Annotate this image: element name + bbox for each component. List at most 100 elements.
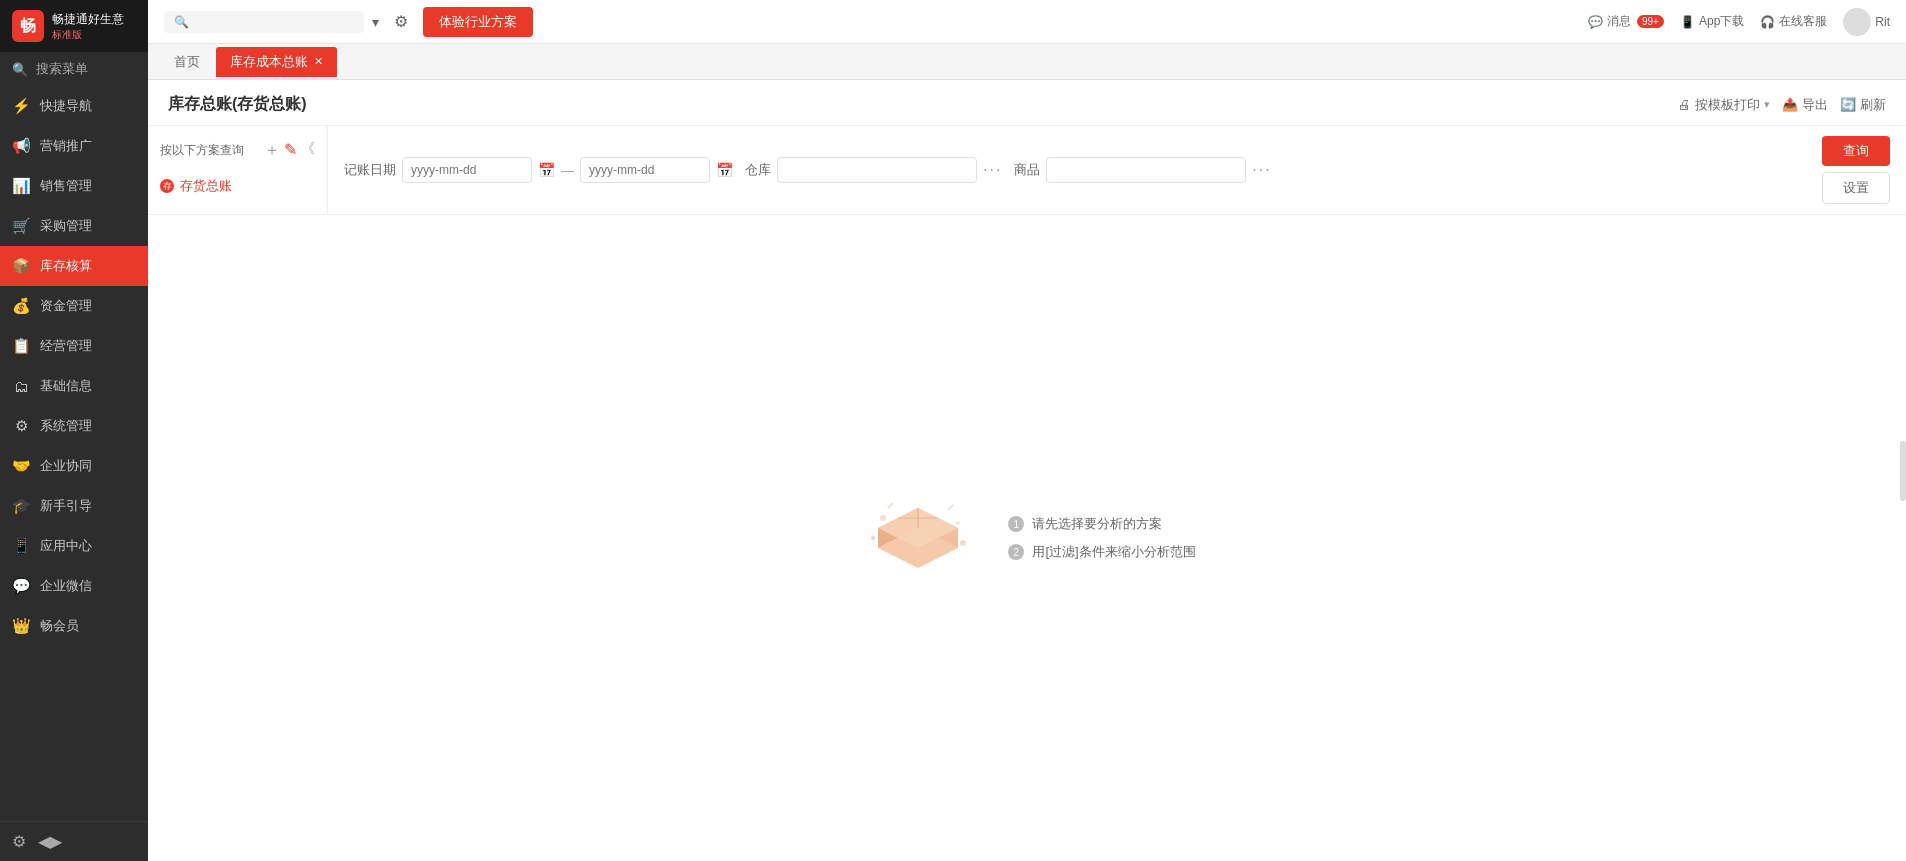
enterprise-icon: 🤝 [12, 457, 30, 475]
sidebar-item-vip[interactable]: 👑 畅会员 [0, 606, 148, 646]
sidebar-item-basics[interactable]: 🗂 基础信息 [0, 366, 148, 406]
page-header: 库存总账(存货总账) 🖨 按模板打印 ▾ 📤 导出 🔄 刷新 [148, 80, 1906, 126]
query-sidebar-actions: ＋ ✎ 《 [264, 140, 315, 161]
industry-btn[interactable]: 体验行业方案 [423, 7, 533, 37]
tab-home[interactable]: 首页 [160, 47, 214, 77]
sidebar: 畅 畅捷通好生意 标准版 🔍 搜索菜单 ⚡ 快捷导航 📢 营销推广 📊 销售管理… [0, 0, 148, 861]
inventory-icon: 📦 [12, 257, 30, 275]
system-icon: ⚙ [12, 417, 30, 435]
print-icon: 🖨 [1678, 97, 1691, 112]
goods-more-icon[interactable]: ··· [1252, 161, 1271, 179]
online-service-btn[interactable]: 🎧 在线客服 [1760, 13, 1827, 30]
search-menu[interactable]: 🔍 搜索菜单 [0, 52, 148, 86]
date-from-input[interactable] [402, 157, 532, 183]
query-section: 按以下方案查询 ＋ ✎ 《 存 存货总账 记账日期 📅 [148, 126, 1906, 215]
warehouse-more-icon[interactable]: ··· [983, 161, 1002, 179]
warehouse-input[interactable] [777, 157, 977, 183]
main-area: 🔍 ▾ ⚙ 体验行业方案 💬 消息 99+ 📱 App下载 🎧 在线客服 [148, 0, 1906, 861]
query-filters: 记账日期 📅 — 📅 仓库 ··· 商品 ··· [328, 126, 1806, 214]
vip-icon: 👑 [12, 617, 30, 635]
logo-icon: 畅 [12, 10, 44, 42]
sidebar-item-inventory[interactable]: 📦 库存核算 [0, 246, 148, 286]
sales-icon: 📊 [12, 177, 30, 195]
date-to-input[interactable] [580, 157, 710, 183]
refresh-btn[interactable]: 🔄 刷新 [1840, 96, 1886, 114]
print-template-btn[interactable]: 🖨 按模板打印 ▾ [1678, 96, 1770, 114]
quick-nav-icon: ⚡ [12, 97, 30, 115]
print-dropdown-icon[interactable]: ▾ [1764, 98, 1770, 111]
settings-button[interactable]: 设置 [1822, 172, 1890, 204]
right-scroll-indicator[interactable] [1900, 441, 1906, 501]
topbar-dropdown-icon[interactable]: ▾ [372, 14, 379, 30]
user-avatar [1843, 8, 1871, 36]
sidebar-item-marketing[interactable]: 📢 营销推广 [0, 126, 148, 166]
topbar-search-icon: 🔍 [174, 15, 189, 29]
empty-state: 1 请先选择要分析的方案 2 用[过滤]条件来缩小分析范围 [148, 215, 1906, 861]
marketing-icon: 📢 [12, 137, 30, 155]
sidebar-item-business[interactable]: 📋 经营管理 [0, 326, 148, 366]
goods-input[interactable] [1046, 157, 1246, 183]
basics-icon: 🗂 [12, 378, 30, 395]
tab-inventory-ledger[interactable]: 库存成本总账 ✕ [216, 47, 337, 77]
content-area: 库存总账(存货总账) 🖨 按模板打印 ▾ 📤 导出 🔄 刷新 [148, 80, 1906, 861]
add-schema-btn[interactable]: ＋ [264, 140, 280, 161]
newbie-icon: 🎓 [12, 497, 30, 515]
empty-text: 1 请先选择要分析的方案 2 用[过滤]条件来缩小分析范围 [1008, 515, 1195, 561]
date-to-calendar-icon[interactable]: 📅 [716, 162, 733, 178]
topbar-settings-btn[interactable]: ⚙ [387, 8, 415, 36]
sidebar-item-purchase[interactable]: 🛒 采购管理 [0, 206, 148, 246]
sidebar-settings-btn[interactable]: ⚙ [12, 832, 26, 851]
svg-line-10 [888, 503, 893, 508]
sidebar-nav: ⚡ 快捷导航 📢 营销推广 📊 销售管理 🛒 采购管理 📦 库存核算 💰 资金管… [0, 86, 148, 821]
apps-icon: 📱 [12, 537, 30, 555]
app-download-btn[interactable]: 📱 App下载 [1680, 13, 1744, 30]
svg-point-7 [956, 521, 960, 525]
svg-point-6 [880, 515, 886, 521]
user-avatar-btn[interactable]: Rit [1843, 8, 1890, 36]
refresh-icon: 🔄 [1840, 97, 1856, 112]
query-sidebar: 按以下方案查询 ＋ ✎ 《 存 存货总账 [148, 126, 328, 214]
business-icon: 📋 [12, 337, 30, 355]
schema-item-inventory[interactable]: 存 存货总账 [148, 169, 327, 203]
svg-point-9 [960, 540, 966, 546]
topbar: 🔍 ▾ ⚙ 体验行业方案 💬 消息 99+ 📱 App下载 🎧 在线客服 [148, 0, 1906, 44]
sidebar-item-sales[interactable]: 📊 销售管理 [0, 166, 148, 206]
sidebar-item-wechat[interactable]: 💬 企业微信 [0, 566, 148, 606]
app-download-icon: 📱 [1680, 15, 1695, 29]
collapse-schema-btn[interactable]: 《 [301, 140, 315, 161]
edit-schema-btn[interactable]: ✎ [284, 140, 297, 161]
empty-tip-1: 1 请先选择要分析的方案 [1008, 515, 1195, 533]
sidebar-item-newbie[interactable]: 🎓 新手引导 [0, 486, 148, 526]
query-btn-group: 查询 设置 [1806, 126, 1906, 214]
sidebar-item-enterprise[interactable]: 🤝 企业协同 [0, 446, 148, 486]
empty-illustration [858, 478, 978, 598]
tab-close-icon[interactable]: ✕ [314, 55, 323, 68]
empty-svg [858, 478, 978, 598]
topbar-search-box[interactable]: 🔍 [164, 11, 364, 33]
sidebar-toggle-btn[interactable]: ◀▶ [38, 832, 62, 851]
logo-text: 畅捷通好生意 标准版 [52, 11, 124, 42]
purchase-icon: 🛒 [12, 217, 30, 235]
query-button[interactable]: 查询 [1822, 136, 1890, 166]
headset-icon: 🎧 [1760, 15, 1775, 29]
sidebar-bottom: ⚙ ◀▶ [0, 821, 148, 861]
search-icon: 🔍 [12, 62, 28, 77]
sidebar-item-system[interactable]: ⚙ 系统管理 [0, 406, 148, 446]
svg-point-8 [871, 536, 875, 540]
date-filter-group: 记账日期 📅 — 📅 [344, 157, 733, 183]
topbar-right: 💬 消息 99+ 📱 App下载 🎧 在线客服 Rit [1588, 8, 1890, 36]
wechat-icon: 💬 [12, 577, 30, 595]
topbar-left: 🔍 ▾ ⚙ 体验行业方案 [164, 7, 533, 37]
message-btn[interactable]: 💬 消息 99+ [1588, 13, 1664, 30]
goods-filter-group: 商品 ··· [1014, 157, 1271, 183]
export-btn[interactable]: 📤 导出 [1782, 96, 1828, 114]
sidebar-item-quick-nav[interactable]: ⚡ 快捷导航 [0, 86, 148, 126]
message-icon: 💬 [1588, 15, 1603, 29]
date-from-calendar-icon[interactable]: 📅 [538, 162, 555, 178]
warehouse-filter-group: 仓库 ··· [745, 157, 1002, 183]
sidebar-item-apps[interactable]: 📱 应用中心 [0, 526, 148, 566]
page-actions: 🖨 按模板打印 ▾ 📤 导出 🔄 刷新 [1678, 96, 1886, 114]
sidebar-logo: 畅 畅捷通好生意 标准版 [0, 0, 148, 52]
finance-icon: 💰 [12, 297, 30, 315]
sidebar-item-finance[interactable]: 💰 资金管理 [0, 286, 148, 326]
